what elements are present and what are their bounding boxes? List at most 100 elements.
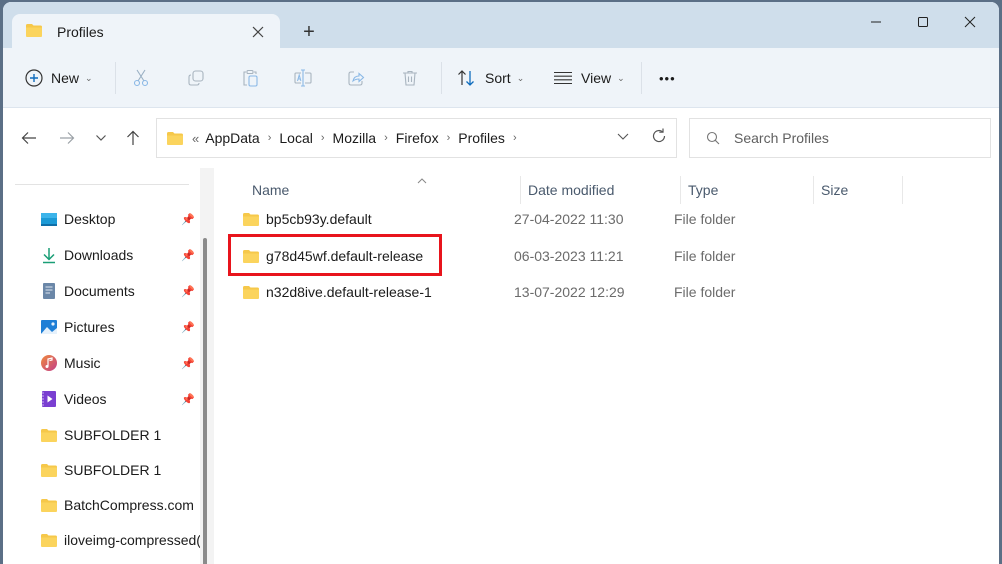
- breadcrumb-separator[interactable]: ›: [447, 132, 451, 144]
- sidebar-item-videos[interactable]: Videos 📌: [39, 384, 201, 414]
- column-header-type[interactable]: Type: [688, 176, 718, 204]
- minimize-button[interactable]: [853, 2, 899, 42]
- close-button[interactable]: [947, 2, 993, 42]
- sidebar-item-batchcompress[interactable]: BatchCompress.com: [39, 490, 201, 520]
- column-divider[interactable]: [902, 176, 903, 204]
- address-history-button[interactable]: [616, 129, 630, 146]
- paste-button[interactable]: [233, 62, 267, 94]
- sidebar-item-label: Documents: [64, 283, 135, 299]
- tab-close-icon[interactable]: [244, 18, 272, 46]
- breadcrumb-appdata[interactable]: AppData: [205, 130, 259, 146]
- chevron-down-icon: ⌄: [85, 72, 93, 83]
- videos-icon: [39, 389, 59, 409]
- highlight-annotation-box: [228, 234, 442, 276]
- sidebar-divider: [15, 184, 189, 185]
- sidebar-item-desktop[interactable]: Desktop 📌: [39, 204, 201, 234]
- minimize-icon: [871, 21, 881, 23]
- recent-locations-button[interactable]: [87, 124, 115, 152]
- file-explorer-window: Profiles + New ⌄ Sort ⌄ View ⌄ ••• « App…: [3, 2, 999, 564]
- pictures-icon: [39, 317, 59, 337]
- file-date-modified: 13-07-2022 12:29: [514, 284, 625, 300]
- maximize-button[interactable]: [900, 2, 946, 42]
- table-row[interactable]: n32d8ive.default-release-1 13-07-2022 12…: [230, 275, 990, 309]
- breadcrumb-mozilla[interactable]: Mozilla: [333, 130, 377, 146]
- sort-ascending-icon: [417, 176, 427, 187]
- view-button[interactable]: View ⌄: [553, 62, 625, 94]
- search-box[interactable]: [689, 118, 991, 158]
- scrollbar-thumb[interactable]: [203, 238, 207, 564]
- folder-icon: [39, 495, 59, 515]
- copy-icon: [188, 70, 204, 86]
- command-bar: New ⌄ Sort ⌄ View ⌄ •••: [3, 48, 999, 108]
- delete-button[interactable]: [393, 62, 427, 94]
- column-divider[interactable]: [813, 176, 814, 204]
- column-header-name[interactable]: Name: [252, 176, 520, 204]
- more-icon: •••: [659, 70, 676, 86]
- tab-profiles[interactable]: Profiles: [12, 14, 280, 50]
- chevron-down-icon: [617, 133, 629, 140]
- delete-icon: [403, 70, 417, 86]
- toolbar-divider: [641, 62, 642, 94]
- breadcrumb-firefox[interactable]: Firefox: [396, 130, 439, 146]
- cut-button[interactable]: [124, 62, 158, 94]
- column-header-date-modified[interactable]: Date modified: [528, 176, 614, 204]
- refresh-button[interactable]: [650, 127, 668, 148]
- sidebar-item-pictures[interactable]: Pictures 📌: [39, 312, 201, 342]
- column-divider[interactable]: [680, 176, 681, 204]
- sort-button[interactable]: Sort ⌄: [457, 62, 524, 94]
- paste-icon: [243, 69, 258, 87]
- sidebar-scrollbar[interactable]: [200, 168, 214, 564]
- folder-icon: [39, 530, 59, 550]
- sidebar-item-label: Desktop: [64, 211, 116, 227]
- breadcrumb-separator[interactable]: ›: [268, 132, 272, 144]
- share-icon: [348, 71, 365, 86]
- folder-icon: [25, 23, 43, 41]
- column-header-size[interactable]: Size: [821, 176, 848, 204]
- new-label: New: [51, 70, 80, 86]
- toolbar-divider: [115, 62, 116, 94]
- music-icon: [39, 353, 59, 373]
- more-options-button[interactable]: •••: [659, 62, 676, 94]
- sidebar-item-iloveimg-compressed[interactable]: iloveimg-compressed(: [39, 525, 201, 555]
- breadcrumb-separator[interactable]: ›: [321, 132, 325, 144]
- breadcrumb-profiles[interactable]: Profiles: [458, 130, 505, 146]
- table-row[interactable]: bp5cb93y.default 27-04-2022 11:30 File f…: [230, 202, 990, 236]
- sidebar-item-label: Downloads: [64, 247, 134, 263]
- folder-icon: [166, 131, 184, 146]
- desktop-icon: [39, 209, 59, 229]
- sidebar-item-label: Pictures: [64, 319, 115, 335]
- sidebar-item-music[interactable]: Music 📌: [39, 348, 201, 378]
- sidebar-item-subfolder-1[interactable]: SUBFOLDER 1: [39, 420, 201, 450]
- copy-button[interactable]: [179, 62, 213, 94]
- pin-icon[interactable]: 📌: [181, 321, 195, 334]
- sidebar-item-documents[interactable]: Documents 📌: [39, 276, 201, 306]
- share-button[interactable]: [339, 62, 373, 94]
- new-tab-button[interactable]: +: [295, 18, 323, 46]
- new-button[interactable]: New ⌄: [25, 62, 93, 94]
- column-divider[interactable]: [520, 176, 521, 204]
- pin-icon[interactable]: 📌: [181, 357, 195, 370]
- breadcrumb-local[interactable]: Local: [279, 130, 312, 146]
- pin-icon[interactable]: 📌: [181, 285, 195, 298]
- pin-icon[interactable]: 📌: [181, 393, 195, 406]
- sort-label: Sort: [485, 70, 511, 86]
- file-list: Name Date modified Type Size bp5cb93y.de…: [214, 168, 999, 564]
- breadcrumb-separator[interactable]: ›: [384, 132, 388, 144]
- navigation-bar: « AppData › Local › Mozilla › Firefox › …: [3, 108, 999, 168]
- sidebar-item-label: SUBFOLDER 1: [64, 427, 162, 443]
- address-bar[interactable]: « AppData › Local › Mozilla › Firefox › …: [156, 118, 677, 158]
- column-label: Name: [252, 182, 290, 198]
- pin-icon[interactable]: 📌: [181, 249, 195, 262]
- back-button[interactable]: [15, 124, 43, 152]
- sidebar-item-downloads[interactable]: Downloads 📌: [39, 240, 201, 270]
- breadcrumb-overflow[interactable]: «: [192, 131, 199, 146]
- sidebar-item-subfolder-1[interactable]: SUBFOLDER 1: [39, 455, 201, 485]
- pin-icon[interactable]: 📌: [181, 213, 195, 226]
- breadcrumb-separator[interactable]: ›: [513, 132, 517, 144]
- rename-button[interactable]: [286, 62, 320, 94]
- folder-icon: [242, 212, 260, 227]
- up-button[interactable]: [119, 124, 147, 152]
- forward-button[interactable]: [53, 124, 81, 152]
- folder-icon: [39, 460, 59, 480]
- search-input[interactable]: [734, 130, 974, 146]
